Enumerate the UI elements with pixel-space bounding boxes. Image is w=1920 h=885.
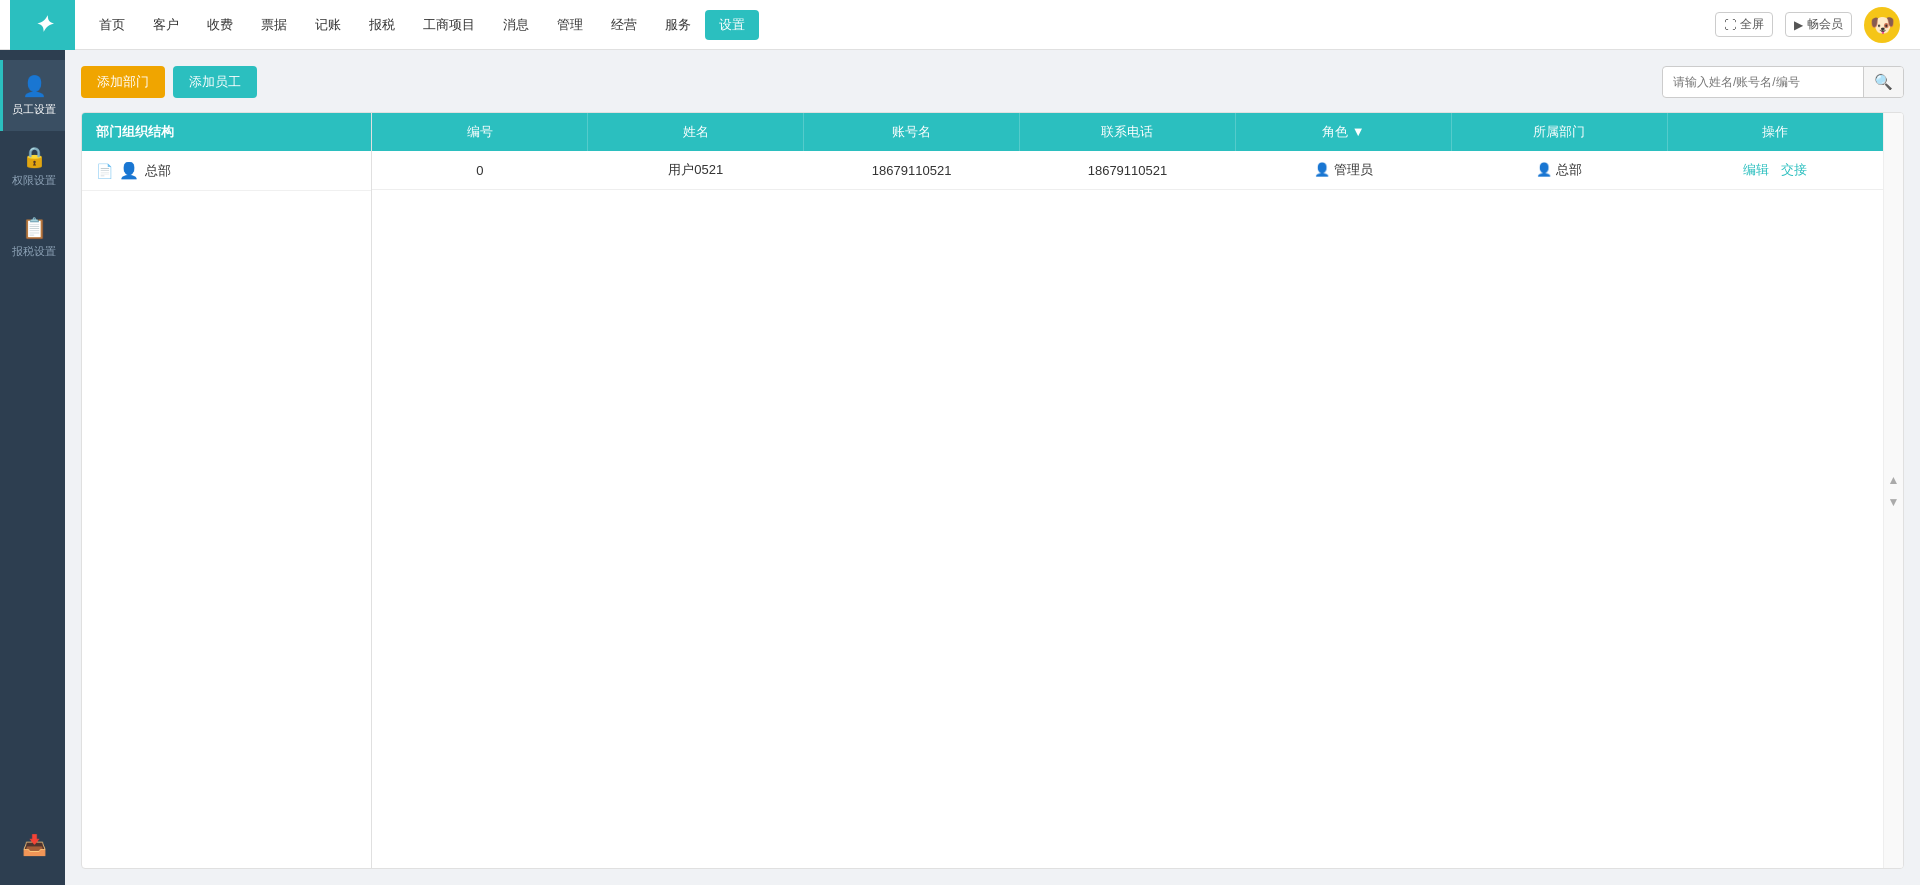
cell-dept: 👤 总部 bbox=[1451, 151, 1667, 190]
tree-panel: 部门组织结构 📄 👤 总部 bbox=[82, 113, 372, 868]
nav-item-记账[interactable]: 记账 bbox=[301, 10, 355, 40]
nav-item-报税[interactable]: 报税 bbox=[355, 10, 409, 40]
search-box: 🔍 bbox=[1662, 66, 1904, 98]
nav-item-消息[interactable]: 消息 bbox=[489, 10, 543, 40]
employee-table: 编号姓名账号名联系电话角色 ▼所属部门操作 0用户052118679110521… bbox=[372, 113, 1883, 190]
col-header-联系电话: 联系电话 bbox=[1020, 113, 1236, 151]
download-icon: 📥 bbox=[22, 833, 47, 857]
sidebar-label: 员工设置 bbox=[12, 102, 56, 117]
sidebar-icon: 📋 bbox=[22, 216, 47, 240]
user-avatar[interactable]: 🐶 bbox=[1864, 7, 1900, 43]
col-header-角色 ▼[interactable]: 角色 ▼ bbox=[1235, 113, 1451, 151]
nav-item-首页[interactable]: 首页 bbox=[85, 10, 139, 40]
sidebar-label: 权限设置 bbox=[12, 173, 56, 188]
nav-item-客户[interactable]: 客户 bbox=[139, 10, 193, 40]
toolbar: 添加部门 添加员工 🔍 bbox=[81, 66, 1904, 98]
tree-item-label: 总部 bbox=[145, 162, 171, 180]
action-交接[interactable]: 交接 bbox=[1781, 162, 1807, 177]
vip-label: 畅会员 bbox=[1807, 16, 1843, 33]
nav-item-收费[interactable]: 收费 bbox=[193, 10, 247, 40]
scroll-down-button[interactable]: ▼ bbox=[1884, 491, 1904, 513]
cell-actions: 编辑 交接 bbox=[1667, 151, 1883, 190]
nav-item-经营[interactable]: 经营 bbox=[597, 10, 651, 40]
sidebar: 👤 员工设置 🔒 权限设置 📋 报税设置 📥 bbox=[0, 50, 65, 885]
sidebar-icon: 👤 bbox=[22, 74, 47, 98]
vip-button[interactable]: ▶ 畅会员 bbox=[1785, 12, 1852, 37]
action-编辑[interactable]: 编辑 bbox=[1743, 162, 1769, 177]
nav-item-设置[interactable]: 设置 bbox=[705, 10, 759, 40]
cell-phone: 18679110521 bbox=[1020, 151, 1236, 190]
cell-name: 用户0521 bbox=[588, 151, 804, 190]
nav-items: 首页客户收费票据记账报税工商项目消息管理经营服务设置 bbox=[75, 10, 1715, 40]
file-icon: 📄 bbox=[96, 163, 113, 179]
col-header-操作: 操作 bbox=[1667, 113, 1883, 151]
table-header: 编号姓名账号名联系电话角色 ▼所属部门操作 bbox=[372, 113, 1883, 151]
top-navigation: ✦ 首页客户收费票据记账报税工商项目消息管理经营服务设置 ⛶ 全屏 ▶ 畅会员 … bbox=[0, 0, 1920, 50]
add-dept-button[interactable]: 添加部门 bbox=[81, 66, 165, 98]
cell-id: 0 bbox=[372, 151, 588, 190]
cell-role: 👤 管理员 bbox=[1235, 151, 1451, 190]
table-body: 0用户05211867911052118679110521👤管理员👤总部编辑 交… bbox=[372, 151, 1883, 190]
nav-item-票据[interactable]: 票据 bbox=[247, 10, 301, 40]
sidebar-item-员工设置[interactable]: 👤 员工设置 bbox=[0, 60, 65, 131]
col-header-编号: 编号 bbox=[372, 113, 588, 151]
search-button[interactable]: 🔍 bbox=[1863, 67, 1903, 97]
sidebar-bottom: 📥 bbox=[0, 819, 65, 885]
search-input[interactable] bbox=[1663, 69, 1863, 95]
sidebar-download[interactable]: 📥 bbox=[0, 819, 65, 875]
data-table: 编号姓名账号名联系电话角色 ▼所属部门操作 0用户052118679110521… bbox=[372, 113, 1883, 868]
cell-account: 18679110521 bbox=[804, 151, 1020, 190]
col-header-姓名: 姓名 bbox=[588, 113, 804, 151]
role-icon: 👤 bbox=[1314, 162, 1330, 177]
scroll-buttons: ▲ ▼ bbox=[1883, 113, 1903, 868]
sidebar-label: 报税设置 bbox=[12, 244, 56, 259]
dept-label: 总部 bbox=[1556, 162, 1582, 177]
vip-icon: ▶ bbox=[1794, 18, 1803, 32]
main-layout: 👤 员工设置 🔒 权限设置 📋 报税设置 📥 添加部门 添加员工 🔍 部门组织结构 📄 👤 … bbox=[0, 50, 1920, 885]
tree-header: 部门组织结构 bbox=[82, 113, 371, 151]
col-header-账号名: 账号名 bbox=[804, 113, 1020, 151]
nav-item-管理[interactable]: 管理 bbox=[543, 10, 597, 40]
scroll-up-button[interactable]: ▲ bbox=[1884, 469, 1904, 491]
sidebar-item-权限设置[interactable]: 🔒 权限设置 bbox=[0, 131, 65, 202]
person-icon: 👤 bbox=[119, 161, 139, 180]
logo-icon: ✦ bbox=[34, 12, 52, 38]
tree-item-general[interactable]: 📄 👤 总部 bbox=[82, 151, 371, 191]
table-layout: 部门组织结构 📄 👤 总部 编号姓名账号名联系电话角色 ▼所属部门操作 0用户0… bbox=[81, 112, 1904, 869]
action-separator bbox=[1773, 162, 1777, 177]
nav-item-工商项目[interactable]: 工商项目 bbox=[409, 10, 489, 40]
fullscreen-icon: ⛶ bbox=[1724, 18, 1736, 32]
role-label: 管理员 bbox=[1334, 162, 1373, 177]
nav-item-服务[interactable]: 服务 bbox=[651, 10, 705, 40]
sidebar-icon: 🔒 bbox=[22, 145, 47, 169]
nav-right: ⛶ 全屏 ▶ 畅会员 🐶 bbox=[1715, 7, 1910, 43]
add-emp-button[interactable]: 添加员工 bbox=[173, 66, 257, 98]
table-row: 0用户05211867911052118679110521👤管理员👤总部编辑 交… bbox=[372, 151, 1883, 190]
content-area: 添加部门 添加员工 🔍 部门组织结构 📄 👤 总部 编号姓名账号 bbox=[65, 50, 1920, 885]
dept-icon: 👤 bbox=[1536, 162, 1552, 177]
col-header-所属部门: 所属部门 bbox=[1451, 113, 1667, 151]
sidebar-item-报税设置[interactable]: 📋 报税设置 bbox=[0, 202, 65, 273]
logo: ✦ bbox=[10, 0, 75, 50]
fullscreen-label: 全屏 bbox=[1740, 16, 1764, 33]
fullscreen-button[interactable]: ⛶ 全屏 bbox=[1715, 12, 1773, 37]
